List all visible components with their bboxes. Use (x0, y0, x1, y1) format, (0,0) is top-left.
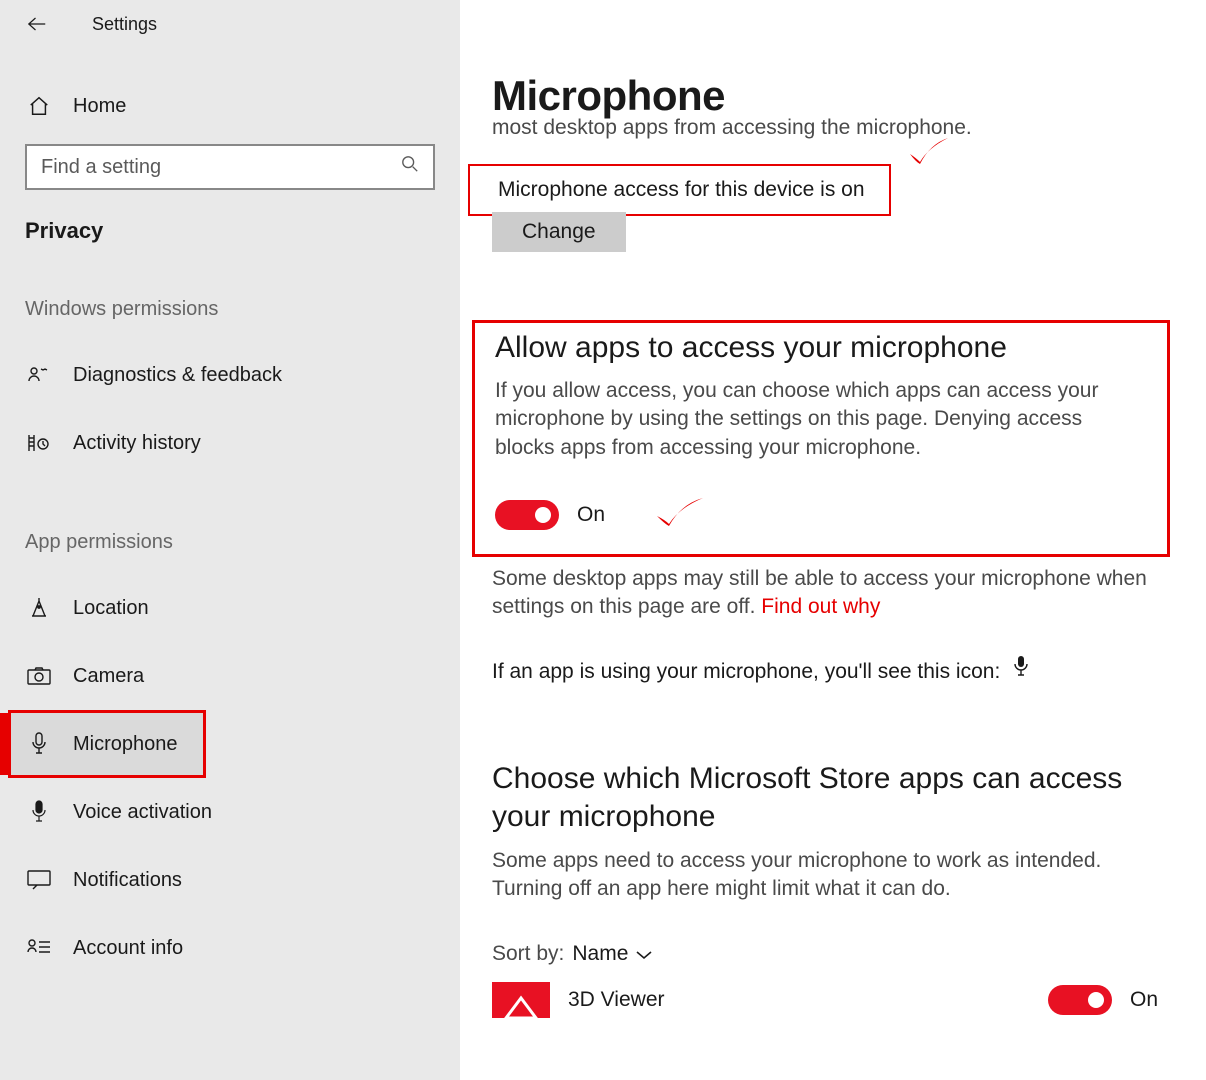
home-icon (27, 95, 51, 117)
sidebar-item-notifications[interactable]: Notifications (0, 846, 460, 914)
allow-body: If you allow access, you can choose whic… (495, 377, 1147, 462)
clipped-description: most desktop apps from accessing the mic… (492, 116, 1170, 140)
search-icon (401, 155, 419, 179)
app-toggle-label: On (1130, 988, 1170, 1012)
nav-home-label: Home (73, 95, 126, 118)
checkmark-icon (906, 134, 952, 174)
allow-heading: Allow apps to access your microphone (495, 331, 1147, 365)
sidebar-item-label: Account info (73, 937, 183, 960)
mic-icon-note: If an app is using your microphone, you'… (492, 656, 1170, 686)
sidebar-item-label: Microphone (73, 733, 178, 756)
app-toggle-3d-viewer[interactable] (1048, 985, 1112, 1015)
app-name: 3D Viewer (568, 988, 1030, 1012)
voice-activation-icon (27, 800, 51, 824)
choose-apps-heading: Choose which Microsoft Store apps can ac… (492, 760, 1170, 835)
sidebar-item-camera[interactable]: Camera (0, 642, 460, 710)
sort-value: Name (572, 942, 628, 966)
section-header: Privacy (0, 190, 460, 244)
nav-home[interactable]: Home (0, 76, 460, 136)
account-info-icon (27, 936, 51, 960)
sidebar-item-activity-history[interactable]: Activity history (0, 409, 460, 477)
sidebar-item-label: Location (73, 597, 149, 620)
sidebar-item-voice-activation[interactable]: Voice activation (0, 778, 460, 846)
activity-history-icon (27, 431, 51, 455)
sidebar-item-label: Voice activation (73, 801, 212, 824)
main-panel: Microphone most desktop apps from access… (460, 0, 1206, 1080)
sidebar-item-label: Diagnostics & feedback (73, 364, 282, 387)
sidebar-item-location[interactable]: Location (0, 574, 460, 642)
search-field[interactable] (41, 156, 401, 179)
chevron-down-icon (636, 942, 652, 966)
camera-icon (27, 664, 51, 688)
checkmark-icon (653, 496, 707, 534)
toggle-label: On (577, 503, 605, 527)
group-header-app: App permissions (0, 531, 460, 554)
search-input[interactable] (25, 144, 435, 190)
app-icon-3d-viewer (492, 982, 550, 1018)
device-access-status: Microphone access for this device is on (468, 164, 891, 216)
sidebar: Settings Home Privacy Windows permission… (0, 0, 460, 1080)
microphone-icon (27, 732, 51, 756)
sort-label: Sort by: (492, 942, 564, 966)
notifications-icon (27, 868, 51, 892)
allow-apps-section: Allow apps to access your microphone If … (472, 320, 1170, 557)
allow-apps-toggle[interactable] (495, 500, 559, 530)
group-header-windows: Windows permissions (0, 298, 460, 321)
page-title: Microphone (492, 72, 1170, 120)
location-icon (27, 596, 51, 620)
sidebar-item-account-info[interactable]: Account info (0, 914, 460, 982)
back-icon[interactable] (28, 15, 46, 33)
app-row-3d-viewer: 3D Viewer On (492, 982, 1170, 1018)
choose-apps-body: Some apps need to access your microphone… (492, 847, 1170, 904)
sidebar-item-microphone[interactable]: Microphone (8, 710, 206, 778)
sidebar-item-label: Activity history (73, 432, 201, 455)
sort-by-dropdown[interactable]: Sort by: Name (492, 942, 1170, 966)
sidebar-item-diagnostics[interactable]: Diagnostics & feedback (0, 341, 460, 409)
feedback-icon (27, 363, 51, 387)
sidebar-item-label: Camera (73, 665, 144, 688)
sidebar-item-label: Notifications (73, 869, 182, 892)
titlebar: Settings (0, 0, 460, 48)
microphone-status-icon (1014, 661, 1028, 683)
app-title: Settings (92, 14, 157, 35)
change-button[interactable]: Change (492, 212, 626, 252)
find-out-why-link[interactable]: Find out why (761, 595, 880, 618)
desktop-apps-note: Some desktop apps may still be able to a… (492, 565, 1170, 622)
